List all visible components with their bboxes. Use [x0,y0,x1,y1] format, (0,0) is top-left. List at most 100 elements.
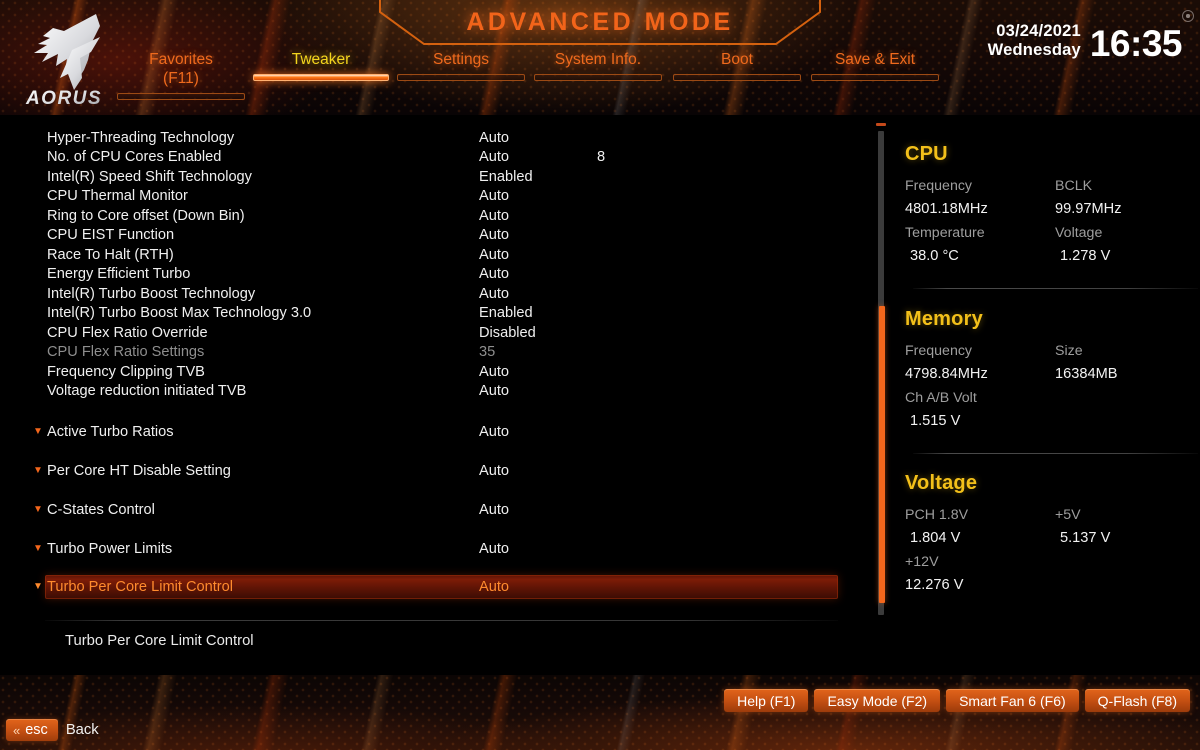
settings-row[interactable]: CPU EIST Function Auto [45,226,838,245]
setting-value[interactable]: Auto [479,188,597,204]
memory-frequency-label: Frequency [905,343,973,359]
tab-system-info[interactable]: System Info. [534,50,662,81]
setting-value[interactable]: Auto [479,541,597,557]
tab-label: Tweaker [291,51,351,68]
setting-value[interactable]: Enabled [479,169,597,185]
setting-value[interactable]: Auto [479,286,597,302]
esc-key-pill[interactable]: « esc [6,719,58,741]
memory-section-title: Memory [905,308,983,330]
settings-row[interactable]: CPU Thermal Monitor Auto [45,187,838,206]
divider-cpu-memory [913,288,1198,289]
memory-spacer-2 [1055,410,1195,433]
setting-value[interactable]: Enabled [479,305,597,321]
setting-name: Turbo Power Limits [47,540,173,557]
setting-name: Ring to Core offset (Down Bin) [47,207,245,224]
tab-label: System Info. [554,51,642,68]
settings-row-selected[interactable]: ▼ Turbo Per Core Limit Control Auto [33,575,838,599]
setting-name: Intel(R) Turbo Boost Technology [47,285,256,302]
setting-value[interactable]: Auto [479,227,597,243]
setting-value[interactable]: Auto [479,149,597,165]
setting-name: C-States Control [47,501,155,518]
settings-row[interactable]: Intel(R) Turbo Boost Technology Auto [45,284,838,303]
tab-boot[interactable]: Boot [673,50,801,81]
settings-row[interactable]: ▼ Active Turbo Ratios Auto [33,422,838,441]
cpu-bclk-label: BCLK [1055,178,1093,194]
setting-value[interactable]: Auto [479,383,597,399]
settings-row[interactable]: No. of CPU Cores Enabled Auto 8 [45,148,838,167]
settings-row[interactable]: Intel(R) Speed Shift Technology Enabled [45,167,838,186]
content-area: Hyper-Threading Technology Auto No. of CPU… [0,115,1200,675]
cpu-voltage-value: 1.278 V [1060,248,1111,264]
settings-row[interactable]: CPU Flex Ratio Settings 35 [45,343,838,362]
pch-voltage-label: PCH 1.8V [905,507,969,523]
tab-underline [673,74,801,81]
function-button-easy-mode-f2[interactable]: Easy Mode (F2) [814,689,941,712]
cpu-frequency-value: 4801.18MHz [905,201,988,217]
submenu-triangle-icon: ▼ [33,464,43,476]
setting-value[interactable]: Auto [479,364,597,380]
settings-row[interactable]: Frequency Clipping TVB Auto [45,362,838,381]
settings-row[interactable]: Energy Efficient Turbo Auto [45,265,838,284]
setting-value[interactable]: Auto [479,463,597,479]
setting-name: Active Turbo Ratios [47,423,174,440]
function-key-buttons: Help (F1) Easy Mode (F2) Smart Fan 6 (F6) Q… [724,689,1190,712]
settings-row[interactable]: Hyper-Threading Technology Auto [45,128,838,147]
scrollbar-cap-top [876,123,886,126]
setting-name: Voltage reduction initiated TVB [47,383,247,399]
tab-favorites[interactable]: Favorites (F11) [117,50,245,100]
tab-underline [534,74,662,81]
chevron-left-icon: « [13,722,21,738]
esc-back-button[interactable]: « esc Back [6,719,99,741]
scrollbar-thumb[interactable] [879,306,885,603]
settings-scrollbar[interactable] [876,123,886,623]
settings-row[interactable]: ▼ Turbo Power Limits Auto [33,539,838,558]
settings-row[interactable]: ▼ C-States Control Auto [33,500,838,519]
cpu-bclk-value: 99.97MHz [1055,201,1122,217]
submenu-triangle-icon: ▼ [33,542,43,554]
setting-value[interactable]: Auto [479,502,597,518]
tab-label: Save & Exit [834,51,916,68]
scrollbar-track[interactable] [878,131,885,615]
setting-extra-value: 8 [597,149,606,165]
settings-row[interactable]: CPU Flex Ratio Override Disabled [45,323,838,342]
setting-value[interactable]: Auto [479,247,597,263]
setting-value[interactable]: Disabled [479,325,597,341]
cpu-section-title: CPU [905,143,948,165]
tab-label: Favorites (F11) [149,51,213,87]
back-label: Back [65,722,99,738]
setting-name: Intel(R) Turbo Boost Max Technology 3.0 [47,305,312,321]
setting-name: CPU Flex Ratio Override [47,324,208,341]
setting-value[interactable]: 35 [479,344,597,360]
bios-footer: Help (F1) Easy Mode (F2) Smart Fan 6 (F6) Q… [0,675,1200,750]
submenu-triangle-icon: ▼ [33,425,43,437]
footer-texture [0,675,1200,750]
setting-value[interactable]: Auto [479,130,597,146]
setting-value[interactable]: Auto [479,579,597,595]
setting-value[interactable]: Auto [479,208,597,224]
memory-size-label: Size [1055,343,1083,359]
current-date: 03/24/2021 [996,22,1081,40]
setting-name: Per Core HT Disable Setting [47,462,231,479]
voltage-section-title: Voltage [905,472,978,494]
tab-settings[interactable]: Settings [397,50,525,81]
settings-row[interactable]: Voltage reduction initiated TVB Auto [45,382,838,401]
esc-key-label: esc [25,722,48,738]
settings-row[interactable]: ▼ Per Core HT Disable Setting Auto [33,461,838,480]
setting-value[interactable]: Auto [479,424,597,440]
tab-save-exit[interactable]: Save & Exit [811,50,939,81]
tab-tweaker[interactable]: Tweaker [253,50,389,81]
function-button-smart-fan-6-f6[interactable]: Smart Fan 6 (F6) [946,689,1079,712]
advanced-mode-title: ADVANCED MODE [466,8,734,36]
function-button-help-f1[interactable]: Help (F1) [724,689,809,712]
function-button-q-flash-f8[interactable]: Q-Flash (F8) [1084,689,1190,712]
settings-row[interactable]: Race To Halt (RTH) Auto [45,245,838,264]
hardware-monitor-panel: CPU Frequency BCLK 4801.18MHz 99.97MHz T… [905,115,1200,630]
setting-value[interactable]: Auto [479,266,597,282]
settings-row[interactable]: Intel(R) Turbo Boost Max Technology 3.0 E… [45,304,838,323]
p5v-value: 5.137 V [1060,530,1111,546]
main-navigation-tabs: Favorites (F11) Tweaker Settings System Inf… [0,50,1200,112]
help-divider [45,620,838,621]
memory-spacer [1055,387,1195,409]
settings-row[interactable]: Ring to Core offset (Down Bin) Auto [45,206,838,225]
p5v-label: +5V [1055,507,1081,523]
